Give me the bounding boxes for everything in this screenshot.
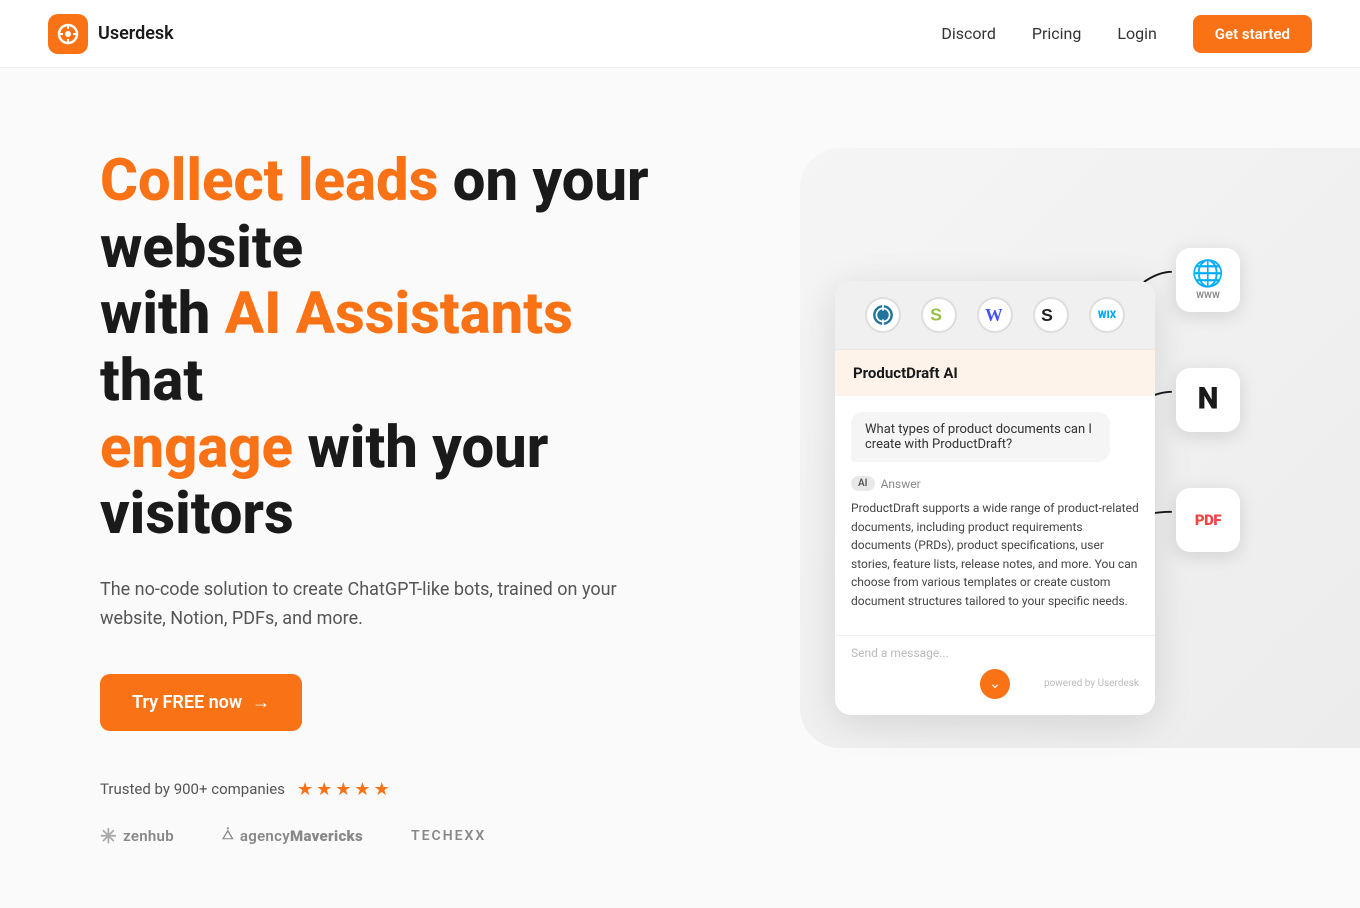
squarespace-icon: S xyxy=(1033,297,1069,333)
answer-text-label: Answer xyxy=(881,477,921,491)
chat-scroll-button[interactable]: ⌄ xyxy=(980,669,1010,699)
heading-ai-assistants: AI Assistants xyxy=(225,280,573,348)
powered-by-text: powered by Userdesk xyxy=(1044,678,1139,689)
hero-right: 🌐 WWW 𝐍 PDF xyxy=(690,198,1280,798)
logo-icon xyxy=(48,14,88,54)
star-ratings: ★ ★ ★ ★ ★ xyxy=(297,779,390,800)
star-3: ★ xyxy=(335,779,351,800)
try-free-button[interactable]: Try FREE now → xyxy=(100,674,302,731)
star-2: ★ xyxy=(316,779,332,800)
webflow-icon: W xyxy=(977,297,1013,333)
hero-subtext: The no-code solution to create ChatGPT-l… xyxy=(100,576,620,634)
logo-text: Userdesk xyxy=(98,23,174,44)
notion-letter: 𝐍 xyxy=(1197,384,1218,416)
platform-icons-bar: S W S WIX xyxy=(835,281,1155,350)
zenhub-label: zenhub xyxy=(123,827,174,845)
navbar: Userdesk Discord Pricing Login Get start… xyxy=(0,0,1360,68)
get-started-button[interactable]: Get started xyxy=(1193,15,1312,53)
heading-that: that xyxy=(100,347,203,415)
user-message-bubble: What types of product documents can I cr… xyxy=(851,412,1110,462)
nav-links: Discord Pricing Login Get started xyxy=(941,15,1312,53)
answer-label-row: AI Answer xyxy=(851,476,1139,491)
shopify-icon: S xyxy=(921,297,957,333)
hero-section: Collect leads on your websitewith AI Ass… xyxy=(0,68,1360,908)
answer-badge: AI xyxy=(851,476,875,491)
float-notion-icon: 𝐍 xyxy=(1176,368,1240,432)
trusted-text: Trusted by 900+ companies xyxy=(100,780,285,798)
agencymavericks-logo: ⧊ agencyMavericks xyxy=(222,827,363,845)
chat-widget: S W S WIX ProductDraft AI What types of … xyxy=(835,281,1155,715)
wordpress-icon xyxy=(865,297,901,333)
hero-heading: Collect leads on your websitewith AI Ass… xyxy=(100,148,690,548)
nav-login[interactable]: Login xyxy=(1117,24,1156,43)
svg-text:S: S xyxy=(1041,305,1053,325)
svg-text:W: W xyxy=(985,305,1003,325)
heading-engage: engage xyxy=(100,414,293,482)
nav-pricing[interactable]: Pricing xyxy=(1032,24,1082,43)
zenhub-icon: ✳ xyxy=(100,824,117,848)
agencymavericks-label: agencyMavericks xyxy=(240,827,363,845)
hero-left: Collect leads on your websitewith AI Ass… xyxy=(100,148,690,848)
logo[interactable]: Userdesk xyxy=(48,14,174,54)
nav-discord[interactable]: Discord xyxy=(941,24,995,43)
zenhub-logo: ✳ zenhub xyxy=(100,824,174,848)
star-5: ★ xyxy=(374,779,390,800)
techexx-label: TECHEXX xyxy=(411,828,486,844)
techexx-logo: TECHEXX xyxy=(411,828,486,844)
try-free-arrow: → xyxy=(252,692,270,713)
float-www-icon: 🌐 WWW xyxy=(1176,248,1240,312)
wix-icon: WIX xyxy=(1089,297,1125,333)
star-1: ★ xyxy=(297,779,313,800)
agencymavericks-icon: ⧊ xyxy=(222,828,234,843)
star-4: ★ xyxy=(354,779,370,800)
trusted-row: Trusted by 900+ companies ★ ★ ★ ★ ★ xyxy=(100,779,690,800)
answer-section: AI Answer ProductDraft supports a wide r… xyxy=(851,476,1139,611)
pdf-label: PDF xyxy=(1195,511,1221,529)
float-pdf-icon: PDF xyxy=(1176,488,1240,552)
chat-body: What types of product documents can I cr… xyxy=(835,396,1155,635)
svg-text:S: S xyxy=(930,305,942,325)
try-free-label: Try FREE now xyxy=(132,692,242,713)
company-logos: ✳ zenhub ⧊ agencyMavericks TECHEXX xyxy=(100,824,690,848)
heading-collect-leads: Collect leads xyxy=(100,147,438,215)
globe-icon: 🌐 xyxy=(1192,259,1224,289)
answer-text: ProductDraft supports a wide range of pr… xyxy=(851,499,1139,611)
chat-header: ProductDraft AI xyxy=(835,350,1155,396)
send-placeholder: Send a message... xyxy=(851,646,1139,660)
chat-footer[interactable]: Send a message... xyxy=(835,635,1155,670)
